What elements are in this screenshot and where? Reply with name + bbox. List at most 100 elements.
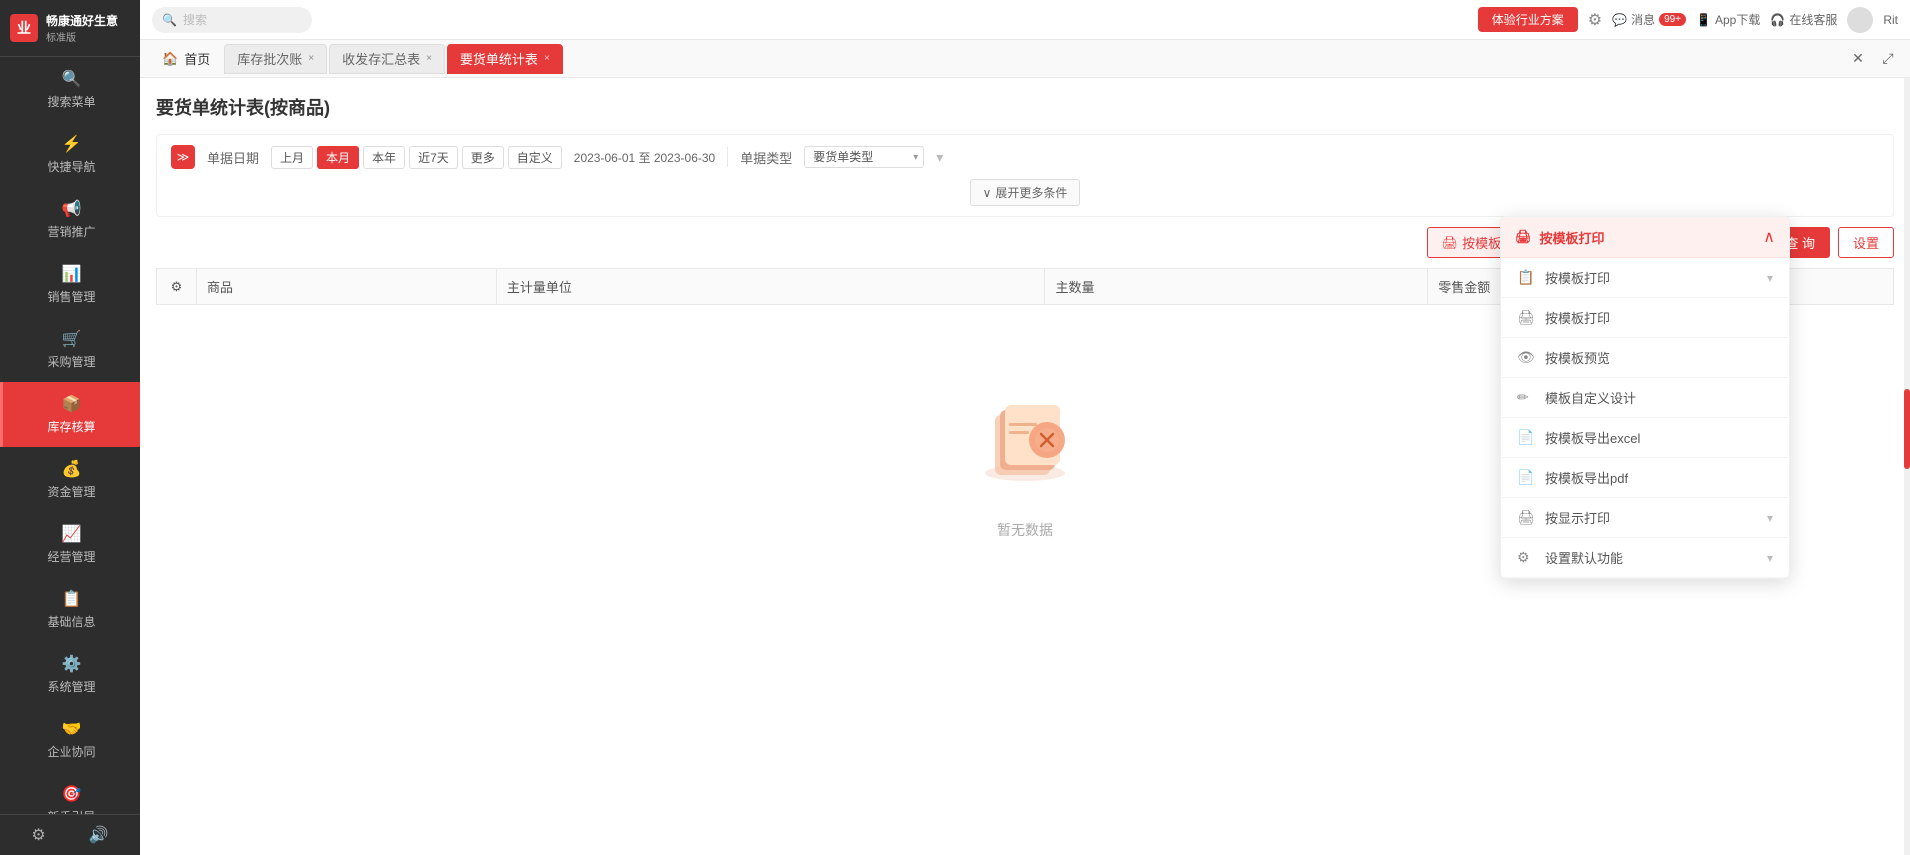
search-bar[interactable]: 🔍 搜索 [152, 7, 312, 33]
current-icon: 📋 [1517, 269, 1535, 286]
sidebar-nav: 🔍搜索菜单⚡快捷导航📢营销推广📊销售管理🛒采购管理📦库存核算💰资金管理📈经营管理… [0, 57, 140, 814]
dropdown-close-btn[interactable]: ∧ [1763, 227, 1775, 247]
dropdown-current-item[interactable]: 📋 按模板打印 ▾ [1501, 258, 1789, 298]
sidebar-item-inventory[interactable]: 📦库存核算 [0, 382, 140, 447]
filter-divider [727, 147, 728, 167]
type-select[interactable]: 要货单类型 [804, 146, 924, 168]
type-select-wrap: 要货单类型 [804, 146, 924, 168]
marketing-icon: 📢 [62, 199, 82, 219]
template-pdf-icon: 📄 [1517, 469, 1535, 486]
set-default-icon: ⚙ [1517, 549, 1535, 566]
page-content: 要货单统计表(按商品) ≫ 单据日期 上月 本月 本年 近7天 更多 自定义 2… [140, 78, 1910, 855]
sidebar-item-sales[interactable]: 📊销售管理 [0, 252, 140, 317]
sidebar-footer: ⚙ 🔊 [0, 814, 140, 855]
settings-footer-icon[interactable]: ⚙ [31, 825, 45, 845]
app-download-btn[interactable]: 📱 App下载 [1696, 11, 1760, 28]
display-print-icon: 🖨 [1517, 509, 1535, 526]
sidebar-item-enterprise[interactable]: 🤝企业协同 [0, 707, 140, 772]
username-label: Rit [1883, 13, 1898, 27]
date-btn-this-year[interactable]: 本年 [363, 146, 405, 169]
messages-btn[interactable]: 💬 消息 99+ [1612, 11, 1686, 28]
sidebar-item-finance[interactable]: 💰资金管理 [0, 447, 140, 512]
dropdown-display-print[interactable]: 🖨 按显示打印 ▾ [1501, 498, 1789, 538]
tab-summary[interactable]: 收发存汇总表 × [329, 44, 445, 74]
empty-illustration [965, 385, 1085, 504]
sales-icon: 📊 [62, 264, 82, 284]
dropdown-set-default[interactable]: ⚙ 设置默认功能 ▾ [1501, 538, 1789, 578]
print-dropdown-menu: 🖨 按模板打印 ∧ 📋 按模板打印 ▾ 🖨 按模板打印 👁 按模板预览 [1500, 216, 1790, 579]
date-btn-7days[interactable]: 近7天 [409, 146, 458, 169]
tab-stats[interactable]: 要货单统计表 × [447, 44, 563, 74]
table-settings-col[interactable]: ⚙ [157, 269, 197, 305]
audio-footer-icon[interactable]: 🔊 [89, 825, 109, 845]
sidebar-item-shortcut[interactable]: ⚡快捷导航 [0, 122, 140, 187]
topbar: 🔍 搜索 体验行业方案 ⚙ 💬 消息 99+ 📱 App下载 🎧 在线客服 Ri… [140, 0, 1910, 40]
message-icon: 💬 [1612, 13, 1627, 27]
sidebar-item-operation[interactable]: 📈经营管理 [0, 512, 140, 577]
logo-icon: 业 [10, 14, 38, 42]
tab-batch-close[interactable]: × [308, 53, 314, 64]
print-icon: 🖨 [1442, 235, 1459, 251]
search-icon: 🔍 [62, 69, 82, 89]
finance-icon: 💰 [62, 459, 82, 479]
template-excel-icon: 📄 [1517, 429, 1535, 446]
tab-summary-close[interactable]: × [426, 53, 432, 64]
template-print-icon: 🖨 [1517, 309, 1535, 326]
filter-bar: ≫ 单据日期 上月 本月 本年 近7天 更多 自定义 2023-06-01 至 … [156, 134, 1894, 217]
settings-btn[interactable]: 设置 [1838, 227, 1894, 258]
sidebar-item-basic[interactable]: 📋基础信息 [0, 577, 140, 642]
col-unit: 主计量单位 [496, 269, 1045, 305]
col-qty: 主数量 [1045, 269, 1428, 305]
messages-badge: 99+ [1659, 13, 1686, 26]
tab-close-all[interactable]: ✕ [1846, 47, 1870, 71]
avatar[interactable] [1847, 7, 1873, 33]
operation-icon: 📈 [62, 524, 82, 544]
date-btn-custom[interactable]: 自定义 [508, 146, 562, 169]
tab-stats-close[interactable]: × [544, 53, 550, 64]
home-icon: 🏠 [162, 51, 178, 67]
main-content: 🔍 搜索 体验行业方案 ⚙ 💬 消息 99+ 📱 App下载 🎧 在线客服 Ri… [140, 0, 1910, 855]
tab-maximize[interactable]: ⤢ [1876, 47, 1900, 71]
search-icon: 🔍 [162, 13, 177, 27]
sidebar-item-purchase[interactable]: 🛒采购管理 [0, 317, 140, 382]
date-btn-last-month[interactable]: 上月 [271, 146, 313, 169]
filter-row: ≫ 单据日期 上月 本月 本年 近7天 更多 自定义 2023-06-01 至 … [171, 145, 1879, 169]
dropdown-template-print[interactable]: 🖨 按模板打印 [1501, 298, 1789, 338]
expand-conditions-btn[interactable]: ∨ 展开更多条件 [970, 179, 1081, 206]
dropdown-template-pdf[interactable]: 📄 按模板导出pdf [1501, 458, 1789, 498]
date-btn-this-month[interactable]: 本月 [317, 146, 359, 169]
date-buttons: 上月 本月 本年 近7天 更多 自定义 [271, 146, 562, 169]
app-logo: 业 畅康通好生意 标准版 [0, 0, 140, 57]
date-btn-more[interactable]: 更多 [462, 146, 504, 169]
dropdown-title: 按模板打印 [1540, 228, 1605, 247]
dropdown-print-icon: 🖨 [1515, 229, 1532, 245]
system-icon: ⚙️ [62, 654, 82, 674]
dropdown-template-excel[interactable]: 📄 按模板导出excel [1501, 418, 1789, 458]
online-service-btn[interactable]: 🎧 在线客服 [1770, 11, 1837, 28]
dropdown-template-preview[interactable]: 👁 按模板预览 [1501, 338, 1789, 378]
right-scrollbar[interactable] [1904, 78, 1910, 855]
gear-icon[interactable]: ⚙ [1588, 10, 1602, 30]
dropdown-template-design[interactable]: ✏ 模板自定义设计 [1501, 378, 1789, 418]
sidebar-item-newguide[interactable]: 🎯新手引导 [0, 772, 140, 814]
service-icon: 🎧 [1770, 13, 1785, 27]
promo-button[interactable]: 体验行业方案 [1478, 7, 1578, 32]
sidebar-item-marketing[interactable]: 📢营销推广 [0, 187, 140, 252]
template-design-icon: ✏ [1517, 389, 1535, 406]
tab-batch[interactable]: 库存批次账 × [224, 44, 327, 74]
purchase-icon: 🛒 [62, 329, 82, 349]
tabbar: 🏠 首页 库存批次账 × 收发存汇总表 × 要货单统计表 × ✕ ⤢ [140, 40, 1910, 78]
download-icon: 📱 [1696, 13, 1711, 27]
current-arrow: ▾ [1767, 271, 1773, 285]
sidebar-item-search[interactable]: 🔍搜索菜单 [0, 57, 140, 122]
date-label: 单据日期 [207, 148, 259, 167]
sidebar-item-system[interactable]: ⚙️系统管理 [0, 642, 140, 707]
filter-collapse-btn[interactable]: ≫ [171, 145, 195, 169]
sidebar: 业 畅康通好生意 标准版 🔍搜索菜单⚡快捷导航📢营销推广📊销售管理🛒采购管理📦库… [0, 0, 140, 855]
empty-text: 暂无数据 [997, 520, 1053, 540]
tab-end-controls: ✕ ⤢ [1846, 47, 1900, 71]
tab-home[interactable]: 🏠 首页 [150, 44, 222, 74]
enterprise-icon: 🤝 [62, 719, 82, 739]
dropdown-header: 🖨 按模板打印 ∧ [1501, 217, 1789, 258]
shortcut-icon: ⚡ [62, 134, 82, 154]
